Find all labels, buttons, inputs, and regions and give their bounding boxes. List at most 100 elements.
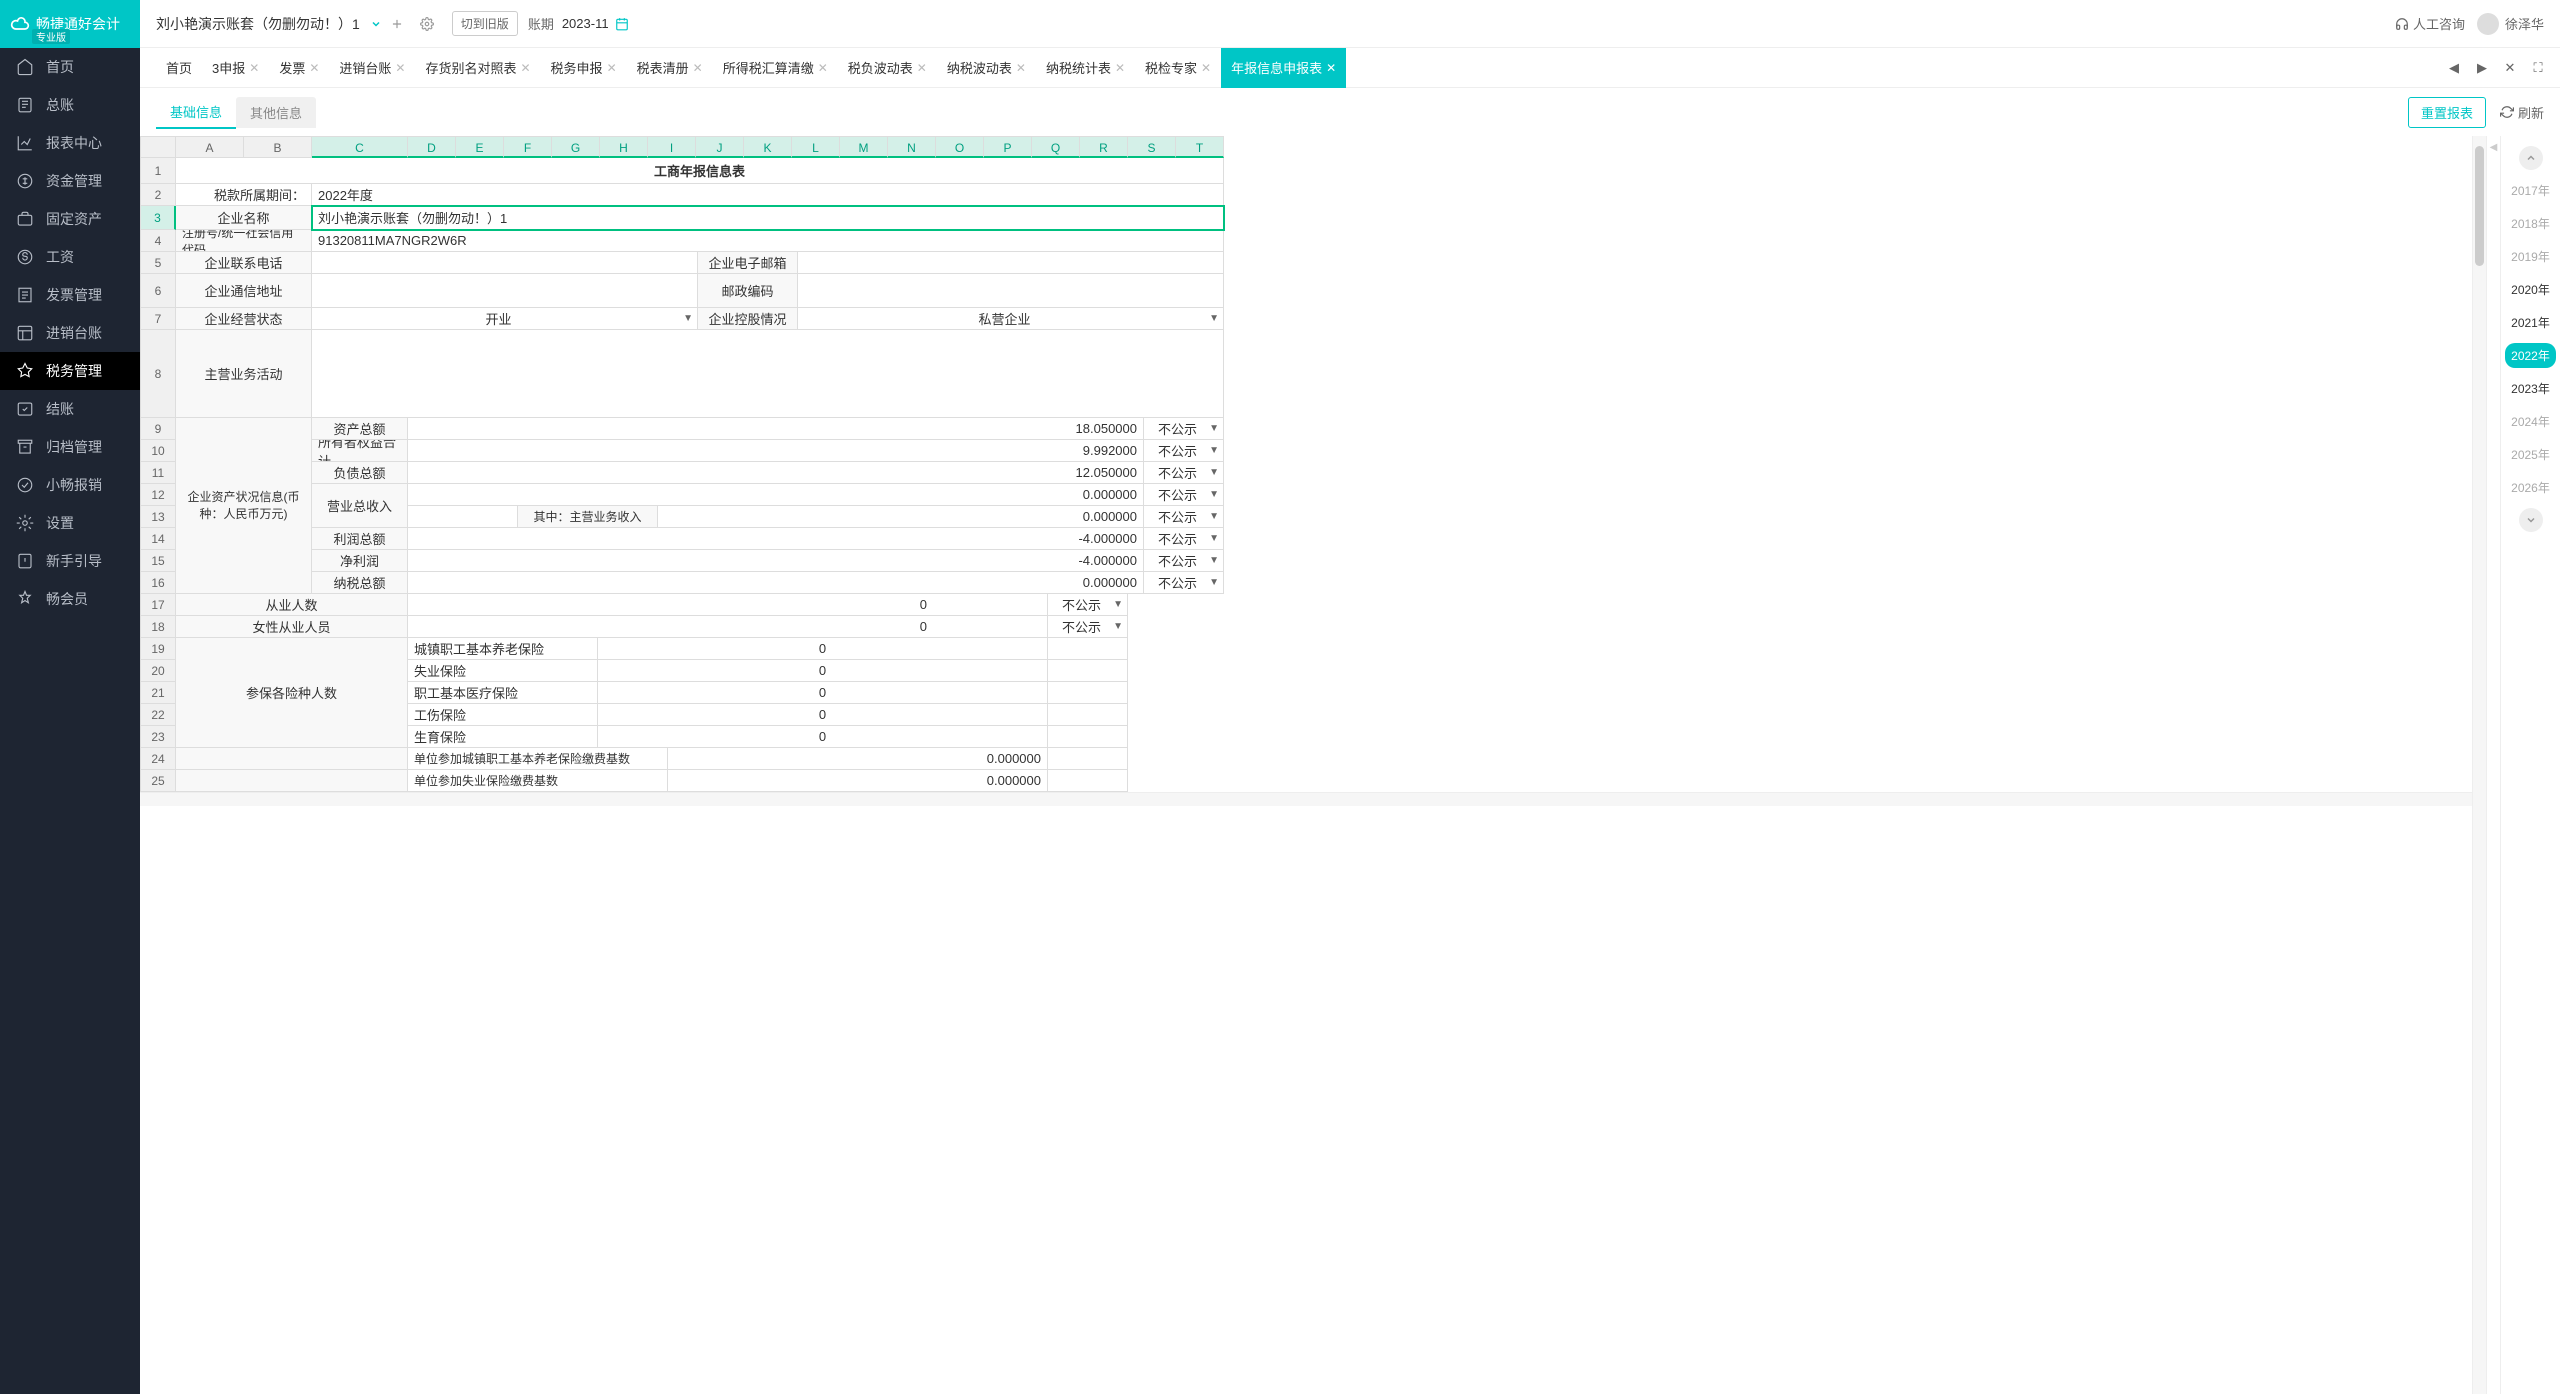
year-item[interactable]: 2023年 xyxy=(2505,376,2556,401)
reset-button[interactable]: 重置报表 xyxy=(2408,97,2486,128)
column-header[interactable]: J xyxy=(696,136,744,158)
tab[interactable]: 存货别名对照表✕ xyxy=(415,48,540,88)
row-header[interactable]: 10 xyxy=(140,440,176,462)
row-header[interactable]: 8 xyxy=(140,330,176,418)
field-value[interactable]: 0 xyxy=(408,616,1048,638)
field-value[interactable]: 12.050000 xyxy=(408,462,1144,484)
field-value[interactable] xyxy=(312,252,698,274)
row-header[interactable]: 17 xyxy=(140,594,176,616)
close-icon[interactable]: ✕ xyxy=(693,61,703,75)
nav-item-psi[interactable]: 进销台账 xyxy=(0,314,140,352)
column-header[interactable]: M xyxy=(840,136,888,158)
field-value[interactable]: 91320811MA7NGR2W6R xyxy=(312,230,1224,252)
field-value[interactable]: 0.000000 xyxy=(408,572,1144,594)
subtab-other[interactable]: 其他信息 xyxy=(236,97,316,128)
field-value[interactable]: 0 xyxy=(598,704,1048,726)
field-value[interactable] xyxy=(312,274,698,308)
field-value[interactable] xyxy=(312,330,1224,418)
year-item[interactable]: 2022年 xyxy=(2505,343,2556,368)
nav-item-invoice[interactable]: 发票管理 xyxy=(0,276,140,314)
close-icon[interactable]: ✕ xyxy=(818,61,828,75)
field-value[interactable]: 0 xyxy=(598,682,1048,704)
dropdown-cell[interactable]: 不公示▼ xyxy=(1144,440,1224,462)
period-value[interactable]: 2023-11 xyxy=(562,16,609,31)
column-header[interactable]: C xyxy=(312,136,408,158)
close-icon[interactable]: ✕ xyxy=(1201,61,1211,75)
column-header[interactable]: K xyxy=(744,136,792,158)
column-header[interactable]: N xyxy=(888,136,936,158)
nav-item-funds[interactable]: 资金管理 xyxy=(0,162,140,200)
panel-collapse-icon[interactable]: ◀ xyxy=(2490,142,2498,153)
subtab-basic[interactable]: 基础信息 xyxy=(156,96,236,129)
column-header[interactable]: O xyxy=(936,136,984,158)
close-icon[interactable]: ✕ xyxy=(607,61,617,75)
close-icon[interactable]: ✕ xyxy=(249,61,259,75)
tab[interactable]: 税务申报✕ xyxy=(541,48,627,88)
nav-item-chart[interactable]: 报表中心 xyxy=(0,124,140,162)
row-header[interactable]: 7 xyxy=(140,308,176,330)
column-header[interactable]: R xyxy=(1080,136,1128,158)
tab[interactable]: 税负波动表✕ xyxy=(838,48,937,88)
column-header[interactable]: F xyxy=(504,136,552,158)
column-header[interactable]: A xyxy=(176,136,244,158)
account-selector[interactable]: 刘小艳演示账套（勿删勿动！）1 xyxy=(156,14,382,34)
row-header[interactable]: 21 xyxy=(140,682,176,704)
user-menu[interactable]: 徐泽华 xyxy=(2477,13,2544,35)
close-icon[interactable]: ✕ xyxy=(917,61,927,75)
fullscreen-icon[interactable]: ⛶ xyxy=(2526,56,2550,80)
column-header[interactable]: E xyxy=(456,136,504,158)
row-header[interactable]: 12 xyxy=(140,484,176,506)
dropdown-cell[interactable]: 开业▼ xyxy=(312,308,698,330)
old-version-button[interactable]: 切到旧版 xyxy=(452,11,518,36)
select-all-cell[interactable] xyxy=(140,136,176,158)
column-header[interactable]: B xyxy=(244,136,312,158)
close-icon[interactable]: ✕ xyxy=(1016,61,1026,75)
nav-item-xc[interactable]: 小畅报销 xyxy=(0,466,140,504)
row-header[interactable]: 15 xyxy=(140,550,176,572)
dropdown-cell[interactable]: 私营企业▼ xyxy=(798,308,1224,330)
row-header[interactable]: 18 xyxy=(140,616,176,638)
field-value[interactable]: 0 xyxy=(598,660,1048,682)
column-header[interactable]: T xyxy=(1176,136,1224,158)
row-header[interactable]: 6 xyxy=(140,274,176,308)
field-value[interactable]: 0.000000 xyxy=(668,770,1048,792)
nav-item-salary[interactable]: 工资 xyxy=(0,238,140,276)
horizontal-scrollbar[interactable] xyxy=(140,792,2472,806)
dropdown-cell[interactable]: 不公示▼ xyxy=(1144,506,1224,528)
refresh-button[interactable]: 刷新 xyxy=(2500,103,2544,122)
close-icon[interactable]: ✕ xyxy=(395,61,405,75)
scrollbar-thumb[interactable] xyxy=(2475,146,2484,266)
column-header[interactable]: H xyxy=(600,136,648,158)
close-icon[interactable]: ✕ xyxy=(309,61,319,75)
tabs-next-icon[interactable]: ▶ xyxy=(2470,56,2494,80)
close-icon[interactable]: ✕ xyxy=(520,61,530,75)
row-header[interactable]: 20 xyxy=(140,660,176,682)
field-value[interactable]: 0 xyxy=(598,726,1048,748)
column-header[interactable]: S xyxy=(1128,136,1176,158)
row-header[interactable]: 5 xyxy=(140,252,176,274)
row-header[interactable]: 13 xyxy=(140,506,176,528)
nav-item-member[interactable]: 畅会员 xyxy=(0,580,140,618)
dropdown-cell[interactable]: 不公示▼ xyxy=(1144,550,1224,572)
row-header[interactable]: 11 xyxy=(140,462,176,484)
close-icon[interactable]: ✕ xyxy=(1115,61,1125,75)
year-item[interactable]: 2021年 xyxy=(2505,310,2556,335)
consult-button[interactable]: 人工咨询 xyxy=(2395,14,2465,33)
tab[interactable]: 进销台账✕ xyxy=(329,48,415,88)
column-header[interactable]: G xyxy=(552,136,600,158)
row-header[interactable]: 24 xyxy=(140,748,176,770)
tab[interactable]: 纳税波动表✕ xyxy=(937,48,1036,88)
dropdown-cell[interactable]: 不公示▼ xyxy=(1144,484,1224,506)
tabs-prev-icon[interactable]: ◀ xyxy=(2442,56,2466,80)
field-value[interactable]: -4.000000 xyxy=(408,550,1144,572)
row-header[interactable]: 22 xyxy=(140,704,176,726)
row-header[interactable]: 25 xyxy=(140,770,176,792)
row-header[interactable]: 2 xyxy=(140,184,176,206)
field-value[interactable]: -4.000000 xyxy=(408,528,1144,550)
row-header[interactable]: 14 xyxy=(140,528,176,550)
row-header[interactable]: 9 xyxy=(140,418,176,440)
nav-item-guide[interactable]: 新手引导 xyxy=(0,542,140,580)
tab[interactable]: 首页 xyxy=(156,48,202,88)
dropdown-cell[interactable]: 不公示▼ xyxy=(1048,616,1128,638)
row-header[interactable]: 4 xyxy=(140,230,176,252)
